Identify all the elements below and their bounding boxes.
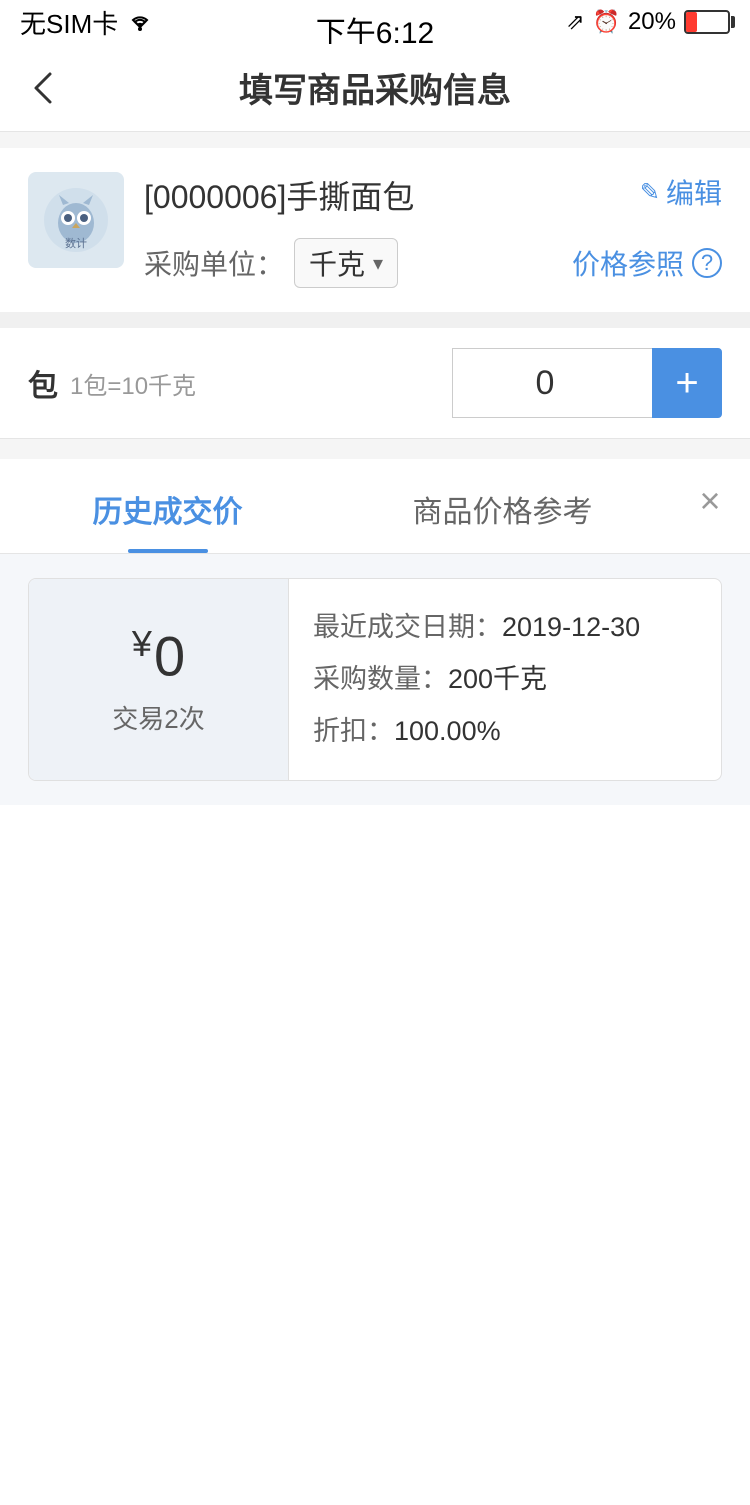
tabs-header: 历史成交价 商品价格参考 × bbox=[0, 459, 750, 554]
date-value: 2019-12-30 bbox=[502, 612, 640, 642]
tab-product-price-reference[interactable]: 商品价格参考 bbox=[335, 459, 670, 553]
date-label: 最近成交日期： bbox=[313, 612, 502, 642]
price-ref-label: 价格参照 bbox=[572, 243, 684, 283]
help-icon: ? bbox=[692, 248, 722, 278]
card-details-area: 最近成交日期：2019-12-30 采购数量：200千克 折扣：100.00% bbox=[289, 579, 721, 780]
card-price-area: ¥0 交易2次 bbox=[29, 579, 289, 780]
svg-text:数计: 数计 bbox=[65, 237, 87, 250]
main-content-area bbox=[0, 805, 750, 1505]
selected-unit: 千克 bbox=[309, 243, 365, 283]
tab-underline bbox=[128, 549, 208, 553]
location-icon: ⇗ bbox=[566, 9, 584, 35]
plus-icon: + bbox=[675, 363, 698, 403]
status-bar: 无SIM卡 下午6:12 ⇗ ⏰ 20% bbox=[0, 0, 750, 44]
tabs-section: 历史成交价 商品价格参考 × ¥0 交易2次 最近成交日期：2019-12-30 bbox=[0, 459, 750, 805]
wifi-icon bbox=[126, 7, 154, 38]
battery-icon bbox=[684, 10, 730, 34]
tab-history-label: 历史成交价 bbox=[93, 496, 243, 529]
price-symbol: ¥ bbox=[132, 623, 152, 664]
quantity-section: 包 1包=10千克 + bbox=[0, 328, 750, 439]
card-price: ¥0 bbox=[132, 623, 185, 689]
tabs-close-button[interactable]: × bbox=[670, 480, 750, 532]
card-discount-row: 折扣：100.00% bbox=[313, 713, 697, 751]
increment-button[interactable]: + bbox=[652, 348, 722, 418]
card-qty-row: 采购数量：200千克 bbox=[313, 661, 697, 699]
discount-value: 100.00% bbox=[394, 716, 501, 746]
tab-history-price[interactable]: 历史成交价 bbox=[0, 459, 335, 553]
qty-label: 采购数量： bbox=[313, 664, 448, 694]
section-divider bbox=[0, 312, 750, 328]
price-value: 0 bbox=[154, 625, 185, 688]
status-left: 无SIM卡 bbox=[20, 4, 154, 41]
back-button[interactable] bbox=[28, 66, 56, 110]
alarm-icon: ⏰ bbox=[593, 9, 620, 35]
edit-label: 编辑 bbox=[666, 172, 722, 212]
qty-value: 200千克 bbox=[448, 664, 547, 694]
product-section: 数计 [0000006]手撕面包 ✎ 编辑 采购单位： 千克 ▾ 价格参照 ? bbox=[0, 148, 750, 312]
nav-bar: 填写商品采购信息 bbox=[0, 44, 750, 132]
discount-label: 折扣： bbox=[313, 716, 394, 746]
quantity-input[interactable] bbox=[452, 348, 652, 418]
unit-badge: 包 bbox=[28, 361, 58, 405]
signal-text: 无SIM卡 bbox=[20, 4, 118, 41]
page-title: 填写商品采购信息 bbox=[239, 63, 511, 112]
history-card: ¥0 交易2次 最近成交日期：2019-12-30 采购数量：200千克 折扣：… bbox=[28, 578, 722, 781]
product-logo: 数计 bbox=[41, 185, 111, 255]
unit-selector[interactable]: 千克 ▾ bbox=[294, 238, 398, 288]
price-reference-button[interactable]: 价格参照 ? bbox=[572, 243, 722, 283]
unit-label: 采购单位： bbox=[144, 243, 284, 283]
unit-arrow-icon: ▾ bbox=[373, 251, 383, 276]
product-info: [0000006]手撕面包 ✎ 编辑 采购单位： 千克 ▾ 价格参照 ? bbox=[144, 172, 722, 288]
edit-icon: ✎ bbox=[640, 178, 660, 207]
tab-product-label: 商品价格参考 bbox=[413, 496, 593, 529]
unit-conversion: 1包=10千克 bbox=[70, 366, 196, 401]
card-date-row: 最近成交日期：2019-12-30 bbox=[313, 609, 697, 647]
product-name: [0000006]手撕面包 bbox=[144, 172, 640, 218]
quantity-input-group: + bbox=[452, 348, 722, 418]
close-icon: × bbox=[699, 480, 720, 522]
history-content: ¥0 交易2次 最近成交日期：2019-12-30 采购数量：200千克 折扣：… bbox=[0, 554, 750, 805]
edit-button[interactable]: ✎ 编辑 bbox=[640, 172, 722, 212]
product-thumbnail: 数计 bbox=[28, 172, 124, 268]
status-right: ⇗ ⏰ 20% bbox=[566, 8, 730, 36]
card-trade-count: 交易2次 bbox=[112, 699, 204, 736]
battery-percent: 20% bbox=[628, 8, 676, 36]
